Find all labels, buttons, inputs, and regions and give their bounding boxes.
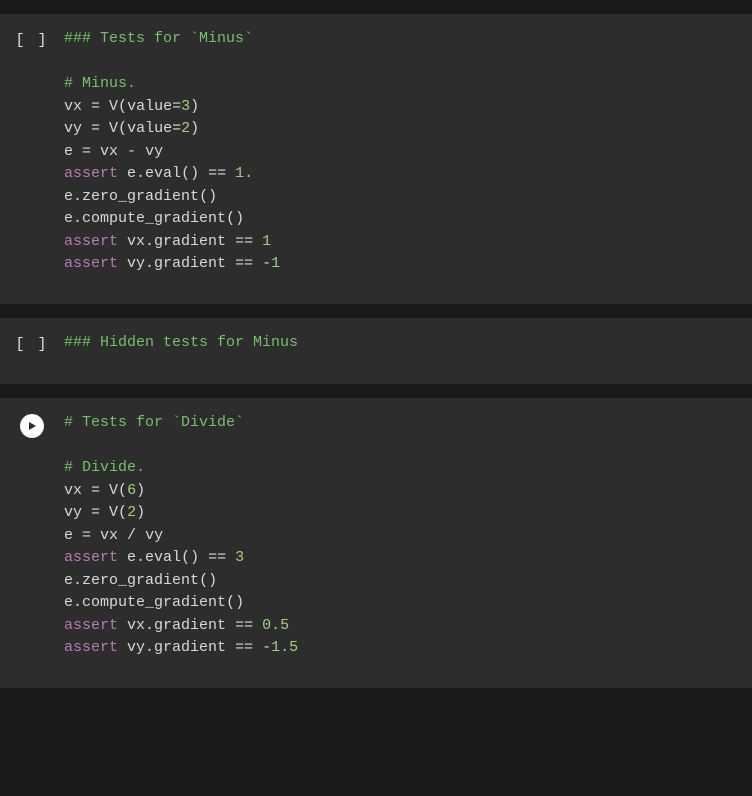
code-line: assert e.eval() == 1. [64, 163, 740, 186]
cell-gutter: [ ] [0, 28, 64, 53]
code-line: # Tests for `Divide` [64, 412, 740, 435]
code-line: vy = V(2) [64, 502, 740, 525]
cell-gutter [0, 412, 64, 438]
code-line: vx = V(value=3) [64, 96, 740, 119]
code-line: e.compute_gradient() [64, 592, 740, 615]
code-line: e.compute_gradient() [64, 208, 740, 231]
play-icon [26, 420, 38, 432]
code-line: assert vx.gradient == 1 [64, 231, 740, 254]
code-line: assert vy.gradient == -1 [64, 253, 740, 276]
code-line: vx = V(6) [64, 480, 740, 503]
code-line: assert e.eval() == 3 [64, 547, 740, 570]
code-cell[interactable]: # Tests for `Divide` # Divide.vx = V(6)v… [0, 398, 752, 688]
code-line: # Minus. [64, 73, 740, 96]
code-content[interactable]: # Tests for `Divide` # Divide.vx = V(6)v… [64, 412, 752, 660]
code-line: ### Hidden tests for Minus [64, 332, 740, 355]
exec-bracket: [ ] [15, 30, 48, 53]
code-line: # Divide. [64, 457, 740, 480]
code-cell[interactable]: [ ] ### Hidden tests for Minus [0, 318, 752, 385]
code-content[interactable]: ### Hidden tests for Minus [64, 332, 752, 355]
cell-gutter: [ ] [0, 332, 64, 357]
code-line [64, 51, 740, 74]
exec-bracket: [ ] [15, 334, 48, 357]
code-content[interactable]: ### Tests for `Minus` # Minus.vx = V(val… [64, 28, 752, 276]
code-line: vy = V(value=2) [64, 118, 740, 141]
code-line: e = vx / vy [64, 525, 740, 548]
run-cell-button[interactable] [20, 414, 44, 438]
code-cell[interactable]: [ ] ### Tests for `Minus` # Minus.vx = V(… [0, 14, 752, 304]
code-line [64, 435, 740, 458]
code-line: ### Tests for `Minus` [64, 28, 740, 51]
code-line: assert vx.gradient == 0.5 [64, 615, 740, 638]
code-line: e.zero_gradient() [64, 570, 740, 593]
notebook-root: [ ]### Tests for `Minus` # Minus.vx = V(… [0, 14, 752, 688]
code-line: assert vy.gradient == -1.5 [64, 637, 740, 660]
code-line: e.zero_gradient() [64, 186, 740, 209]
code-line: e = vx - vy [64, 141, 740, 164]
